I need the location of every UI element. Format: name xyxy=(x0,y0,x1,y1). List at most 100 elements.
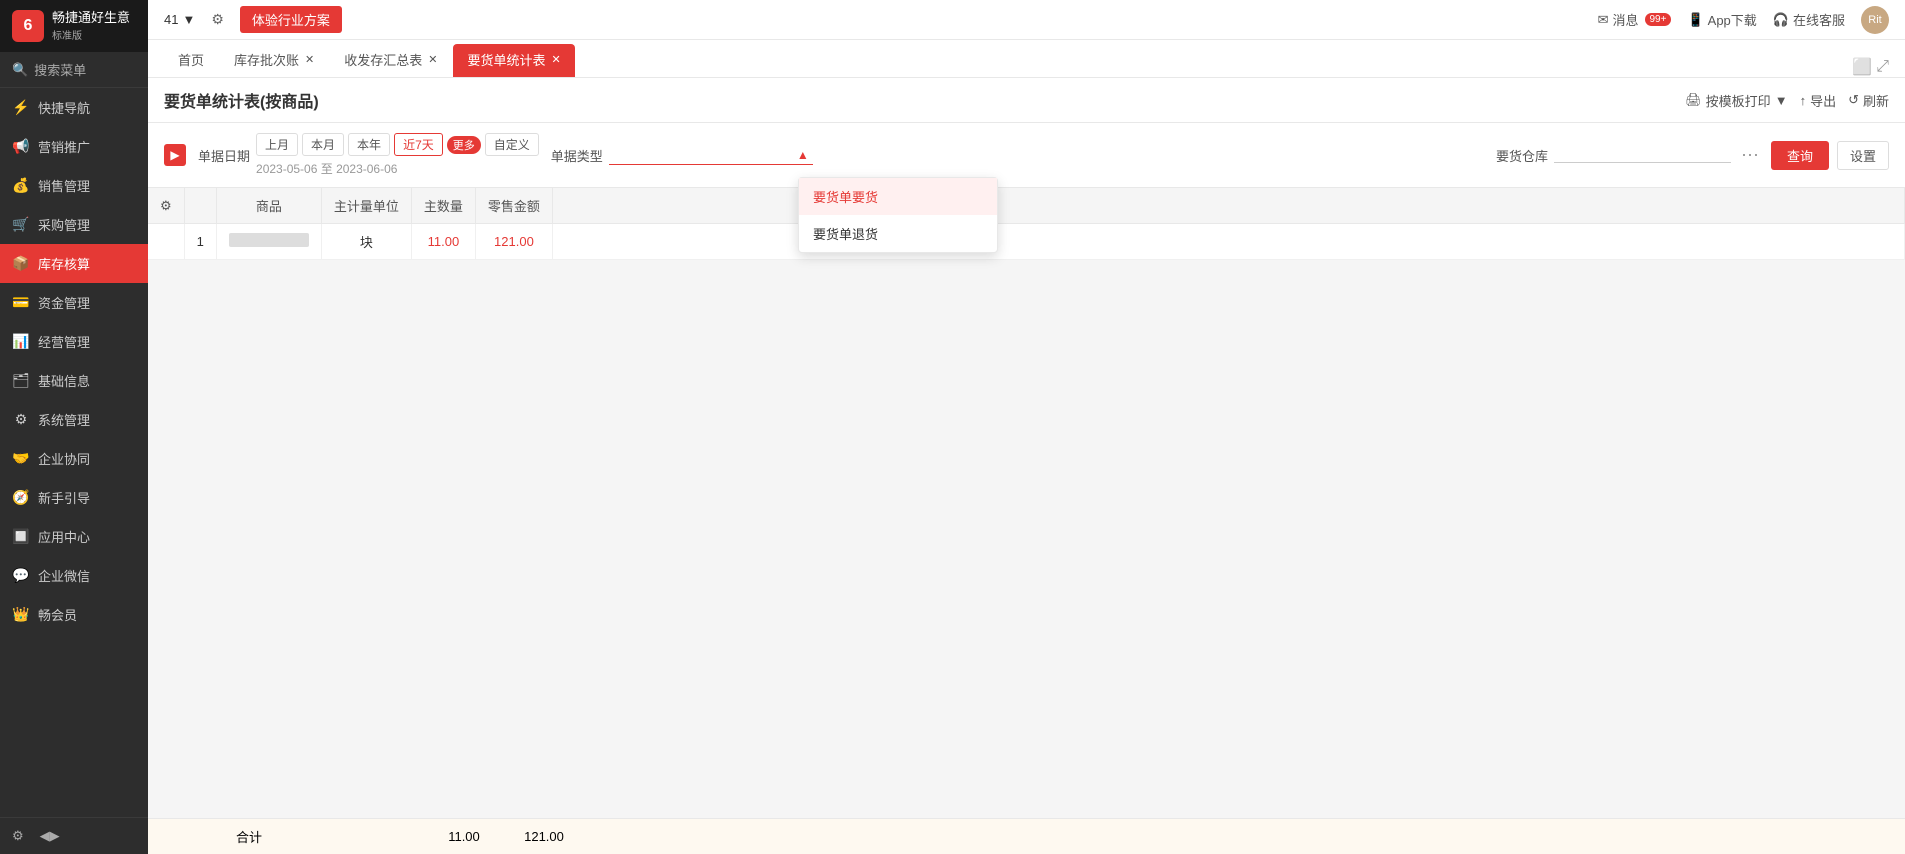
sidebar-item-operations[interactable]: 📊 经营管理 xyxy=(0,322,148,361)
tab-order-summary[interactable]: 要货单统计表 ✕ xyxy=(453,44,574,77)
sidebar-item-enterprise[interactable]: 🤝 企业协同 xyxy=(0,439,148,478)
sidebar-item-purchase[interactable]: 🛒 采购管理 xyxy=(0,205,148,244)
sidebar-item-marketing[interactable]: 📢 营销推广 xyxy=(0,127,148,166)
sidebar-item-label: 快捷导航 xyxy=(38,98,90,117)
date-btn-this-year[interactable]: 本年 xyxy=(348,133,390,156)
search-menu-label: 搜索菜单 xyxy=(34,60,86,79)
header-left: 41 ▼ ⚙ 体验行业方案 xyxy=(164,6,342,33)
export-label: 导出 xyxy=(1810,91,1836,110)
tab-order-summary-label: 要货单统计表 xyxy=(467,50,545,69)
settings-button[interactable]: 设置 xyxy=(1837,141,1889,170)
tab-inventory-batch[interactable]: 库存批次账 ✕ xyxy=(220,44,328,77)
sidebar-item-label: 企业协同 xyxy=(38,449,90,468)
print-chevron-icon: ▼ xyxy=(1775,93,1788,108)
print-icon: 🖨 xyxy=(1685,92,1702,108)
support-label: 在线客服 xyxy=(1793,10,1845,29)
query-button[interactable]: 查询 xyxy=(1771,141,1829,170)
th-quantity: 主数量 xyxy=(411,188,475,224)
th-amount: 零售金额 xyxy=(475,188,552,224)
avatar-text: Rit xyxy=(1868,14,1881,26)
tab-order-summary-close[interactable]: ✕ xyxy=(552,53,561,66)
type-label: 单据类型 xyxy=(551,146,603,165)
sidebar-item-system[interactable]: ⚙ 系统管理 xyxy=(0,400,148,439)
warehouse-label: 要货仓库 xyxy=(1496,146,1548,165)
app-download-item[interactable]: 📱 App下载 xyxy=(1687,10,1756,29)
type-select-wrapper: ▲ xyxy=(609,145,813,165)
logo-text-group: 畅捷通好生意 标准版 xyxy=(52,10,130,42)
sidebar-item-sales[interactable]: 💰 销售管理 xyxy=(0,166,148,205)
promo-button[interactable]: 体验行业方案 xyxy=(240,6,342,33)
sidebar-item-label: 营销推广 xyxy=(38,137,90,156)
table-footer: 合计 11.00 121.00 xyxy=(148,818,1905,854)
sidebar-item-label: 采购管理 xyxy=(38,215,90,234)
td-empty1 xyxy=(552,224,1904,260)
header-settings-icon[interactable]: ⚙ xyxy=(211,11,224,28)
th-settings[interactable]: ⚙ xyxy=(148,188,184,224)
tab-home-label: 首页 xyxy=(178,50,204,69)
filter-warehouse-group: 要货仓库 ⋯ xyxy=(1496,145,1759,166)
tab-expand-icon[interactable]: ⤢ xyxy=(1876,58,1889,76)
app-logo: 6 畅捷通好生意 标准版 xyxy=(0,0,148,52)
tab-recv-summary[interactable]: 收发存汇总表 ✕ xyxy=(330,44,451,77)
sidebar-collapse-btn[interactable]: ◀▶ xyxy=(40,828,60,844)
filter-expand-button[interactable]: ▶ xyxy=(164,144,186,166)
guide-icon: 🧭 xyxy=(12,489,30,506)
sidebar-item-finance[interactable]: 💳 资金管理 xyxy=(0,283,148,322)
date-btn-this-month[interactable]: 本月 xyxy=(302,133,344,156)
tab-bar-right: ⬜ ⤢ xyxy=(1852,57,1889,77)
apps-icon: 🔲 xyxy=(12,528,30,545)
print-label: 按模板打印 xyxy=(1706,91,1771,110)
search-menu[interactable]: 🔍 搜索菜单 xyxy=(0,52,148,88)
member-icon: 👑 xyxy=(12,606,30,623)
footer-quantity: 11.00 xyxy=(424,829,504,844)
table-area: ⚙ 商品 主计量单位 主数量 零售金额 1 xyxy=(148,188,1905,260)
sidebar-item-wechat[interactable]: 💬 企业微信 xyxy=(0,556,148,595)
sidebar-item-label: 系统管理 xyxy=(38,410,90,429)
filter-actions: 查询 设置 xyxy=(1771,141,1889,170)
dropdown-item-order-return[interactable]: 要货单退货 xyxy=(799,215,997,252)
warehouse-input[interactable] xyxy=(1554,147,1731,163)
date-btn-last-7-days[interactable]: 近7天 xyxy=(394,133,443,156)
td-unit: 块 xyxy=(321,224,411,260)
enterprise-icon: 🤝 xyxy=(12,450,30,467)
type-select-input[interactable] xyxy=(609,145,813,165)
sidebar-item-apps[interactable]: 🔲 应用中心 xyxy=(0,517,148,556)
sidebar-item-inventory[interactable]: 📦 库存核算 xyxy=(0,244,148,283)
export-icon: ↑ xyxy=(1800,93,1807,108)
export-action[interactable]: ↑ 导出 xyxy=(1800,91,1837,110)
sidebar-settings-btn[interactable]: ⚙ xyxy=(12,828,24,844)
dropdown-item-order-goods[interactable]: 要货单要货 xyxy=(799,178,997,215)
messages-badge: 99+ xyxy=(1645,13,1672,26)
date-label: 单据日期 xyxy=(198,146,250,165)
tab-maximize-icon[interactable]: ⬜ xyxy=(1852,57,1872,77)
footer-label: 合计 xyxy=(224,827,344,846)
date-btn-custom[interactable]: 自定义 xyxy=(485,133,539,156)
sidebar-nav: ⚡ 快捷导航 📢 营销推广 💰 销售管理 🛒 采购管理 📦 库存核算 💳 资金管… xyxy=(0,88,148,817)
date-btn-last-month[interactable]: 上月 xyxy=(256,133,298,156)
tab-inventory-batch-close[interactable]: ✕ xyxy=(305,53,314,66)
date-range-display: 2023-05-06 至 2023-06-06 xyxy=(256,160,539,177)
breadcrumb-chevron-icon: ▼ xyxy=(182,12,195,27)
breadcrumb-select[interactable]: 41 ▼ xyxy=(164,12,195,27)
date-more-badge[interactable]: 更多 xyxy=(447,136,481,154)
sidebar-item-basic[interactable]: 🗂 基础信息 xyxy=(0,361,148,400)
tab-inventory-batch-label: 库存批次账 xyxy=(234,50,299,69)
tab-recv-summary-close[interactable]: ✕ xyxy=(428,53,437,66)
main-area: 41 ▼ ⚙ 体验行业方案 ✉ 消息 99+ 📱 App下载 🎧 在线客服 Ri… xyxy=(148,0,1905,854)
sidebar-item-quick-nav[interactable]: ⚡ 快捷导航 xyxy=(0,88,148,127)
sidebar-item-label: 应用中心 xyxy=(38,527,90,546)
sidebar-item-member[interactable]: 👑 畅会员 xyxy=(0,595,148,634)
sidebar-item-label: 畅会员 xyxy=(38,605,77,624)
sidebar-item-guide[interactable]: 🧭 新手引导 xyxy=(0,478,148,517)
warehouse-more-icon[interactable]: ⋯ xyxy=(1741,145,1759,166)
support-item[interactable]: 🎧 在线客服 xyxy=(1773,10,1845,29)
date-buttons: 上月 本月 本年 近7天 更多 自定义 xyxy=(256,133,539,156)
th-index xyxy=(184,188,216,224)
refresh-action[interactable]: ↺ 刷新 xyxy=(1848,91,1889,110)
user-avatar[interactable]: Rit xyxy=(1861,6,1889,34)
tab-home[interactable]: 首页 xyxy=(164,44,218,77)
th-unit: 主计量单位 xyxy=(321,188,411,224)
print-action[interactable]: 🖨 按模板打印 ▼ xyxy=(1685,91,1787,110)
messages-item[interactable]: ✉ 消息 99+ xyxy=(1598,10,1672,29)
td-quantity: 11.00 xyxy=(411,224,475,260)
